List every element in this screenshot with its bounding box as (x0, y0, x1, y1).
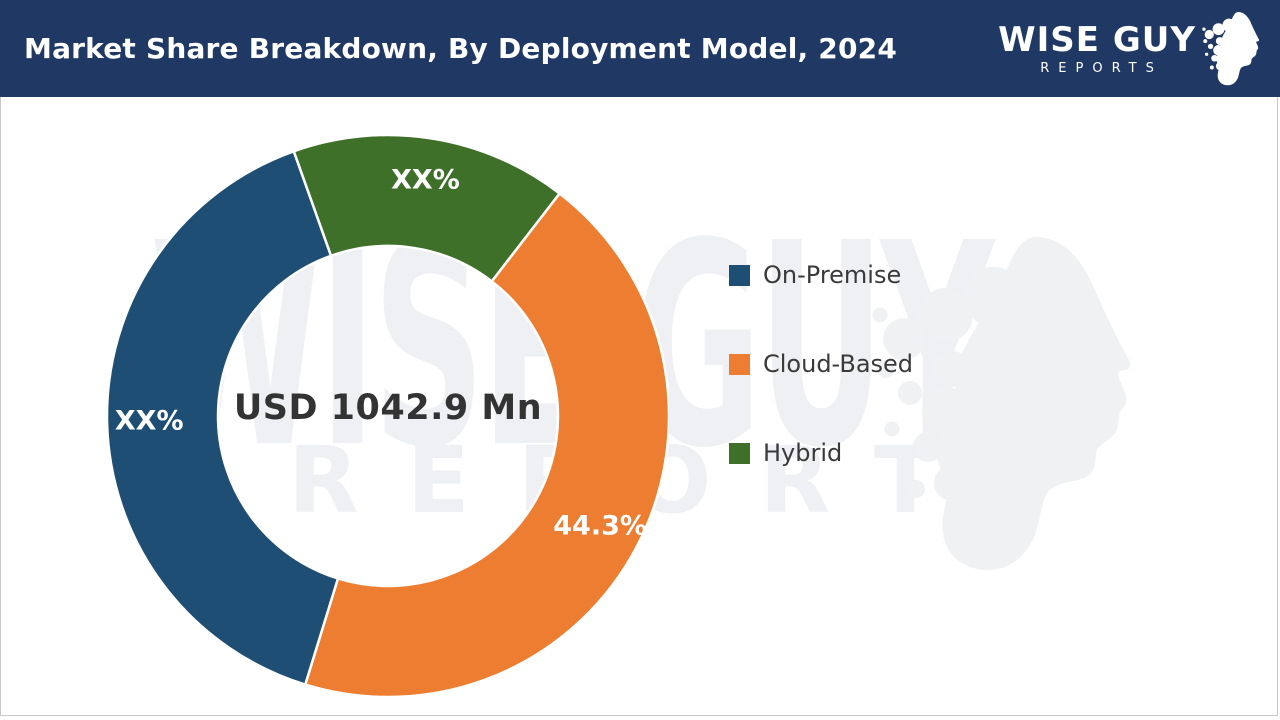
segment-label-cloud-based: 44.3% (553, 510, 647, 541)
legend-swatch-cloud-based (729, 353, 750, 375)
wiseguy-logo: WISE GUY REPORTS (998, 9, 1266, 89)
legend-label: Hybrid (763, 439, 843, 467)
header-bar: Market Share Breakdown, By Deployment Mo… (0, 0, 1280, 97)
segment-label-on-premise: XX% (115, 406, 184, 437)
legend-item-hybrid[interactable]: Hybrid (729, 436, 913, 470)
segment-label-hybrid: XX% (391, 165, 460, 196)
chart-legend: On-Premise Cloud-Based Hybrid (729, 258, 913, 525)
legend-item-on-premise[interactable]: On-Premise (729, 258, 913, 292)
legend-item-cloud-based[interactable]: Cloud-Based (729, 347, 913, 381)
legend-swatch-on-premise (729, 264, 750, 286)
page: Market Share Breakdown, By Deployment Mo… (0, 0, 1280, 720)
legend-swatch-hybrid (729, 442, 750, 464)
logo-subtitle: REPORTS (1040, 60, 1163, 76)
wiseguy-face-icon (1200, 9, 1266, 89)
legend-label: Cloud-Based (763, 350, 914, 378)
logo-wordmark: WISE GUY (998, 19, 1196, 60)
legend-label: On-Premise (763, 261, 902, 289)
page-title: Market Share Breakdown, By Deployment Mo… (24, 32, 898, 65)
donut-center-value: USD 1042.9 Mn (233, 388, 543, 428)
